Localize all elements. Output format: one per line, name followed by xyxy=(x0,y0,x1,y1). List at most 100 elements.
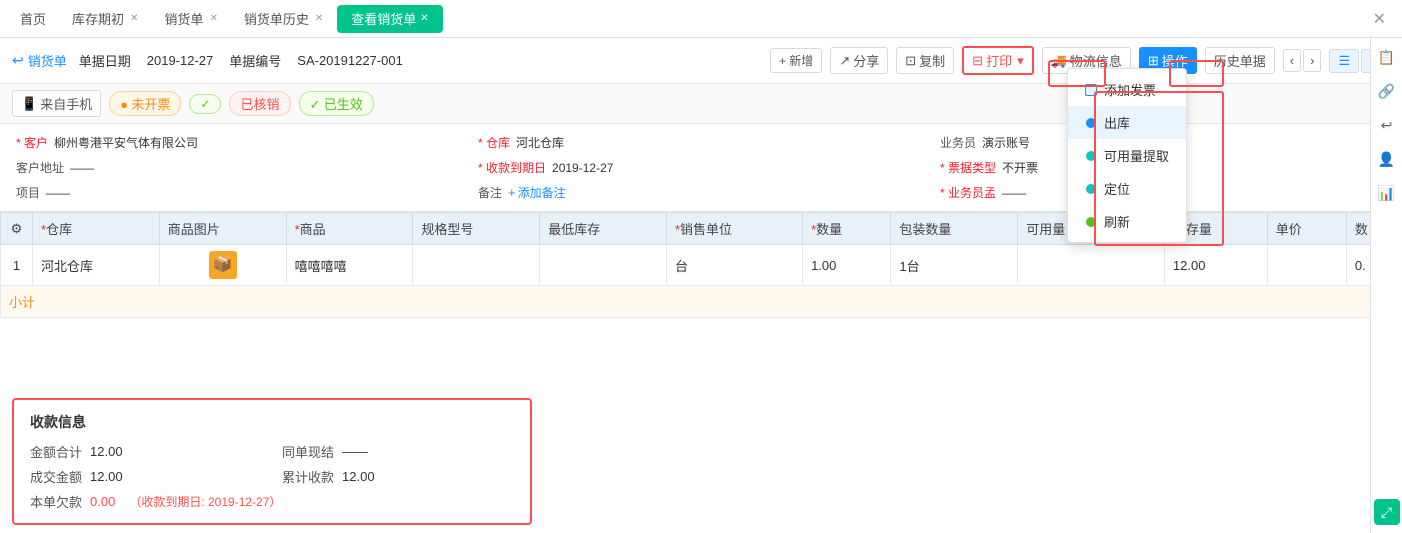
same-settle-row: 同单现结 —— xyxy=(282,442,514,461)
balance-row: 本单欠款 0.00 （收款到期日: 2019-12-27） xyxy=(30,492,514,511)
address-value: —— xyxy=(70,161,94,175)
dropdown-add-invoice[interactable]: 添加发票 xyxy=(1068,73,1186,106)
toolbar: ↩ 销货单 单据日期 2019-12-27 单据编号 SA-20191227-0… xyxy=(0,38,1402,84)
project-value: —— xyxy=(46,186,70,200)
cumulative-value: 12.00 xyxy=(342,469,375,484)
row-min-stock xyxy=(540,245,667,286)
check-circle-icon: ✓ xyxy=(310,97,321,112)
product-thumbnail: 📦 xyxy=(209,251,237,279)
warehouse-row: 仓库 河北仓库 xyxy=(478,134,924,151)
row-product: 嘻嘻嘻嘻 xyxy=(286,245,413,286)
sidebar-icon-2[interactable]: 🔗 xyxy=(1376,80,1398,102)
col-qty: *数量 xyxy=(803,213,891,245)
window-close-button[interactable]: ✕ xyxy=(1365,9,1394,29)
ticket-type-label: 票据类型 xyxy=(940,159,996,176)
project-row: 项目 —— xyxy=(16,184,462,201)
balance-hint: （收款到期日: 2019-12-27） xyxy=(129,493,281,510)
address-label: 客户地址 xyxy=(16,159,64,176)
customer-value: 柳州粤港平安气体有限公司 xyxy=(54,134,198,151)
history-button[interactable]: 历史单据 xyxy=(1205,47,1275,74)
cumulative-row: 累计收款 12.00 xyxy=(282,467,514,486)
copy-button[interactable]: ⊡ 复制 xyxy=(896,47,954,74)
subtotal-row: 小计 xyxy=(1,286,1402,318)
print-dropdown-arrow[interactable]: ▾ xyxy=(1017,53,1024,69)
sold-badge[interactable]: 已核销 xyxy=(229,91,290,116)
tab-close-history[interactable]: ✕ xyxy=(315,13,323,24)
add-invoice-icon xyxy=(1084,83,1098,97)
table-row: 1 河北仓库 📦 嘻嘻嘻嘻 台 1.00 1台 12.00 xyxy=(1,245,1402,286)
dropdown-refresh[interactable]: 刷新 xyxy=(1068,205,1186,238)
subtotal-label: 小计 xyxy=(1,286,1402,318)
tab-close-view[interactable]: ✕ xyxy=(420,13,428,24)
col-gear: ⚙ xyxy=(1,213,33,245)
new-button[interactable]: + 新增 xyxy=(770,48,822,73)
sidebar-icon-3[interactable]: ↩ xyxy=(1376,114,1398,136)
row-img: 📦 xyxy=(159,245,286,286)
print-button[interactable]: ⊟ 打印 ▾ xyxy=(962,46,1033,75)
staff-value: 演示账号 xyxy=(982,134,1030,151)
right-sidebar: 📋 🔗 ↩ 👤 📊 ⤢ xyxy=(1370,38,1402,533)
date-value: 2019-12-27 xyxy=(147,53,214,68)
sidebar-icon-5[interactable]: 📊 xyxy=(1376,182,1398,204)
logistics-icon: 🚚 xyxy=(1051,53,1067,69)
tab-sales-history[interactable]: 销货单历史 ✕ xyxy=(232,4,335,34)
row-price xyxy=(1267,245,1346,286)
share-button[interactable]: ↗ 分享 xyxy=(830,47,888,74)
tab-close-inventory[interactable]: ✕ xyxy=(130,13,138,24)
dropdown-outbound[interactable]: 出库 xyxy=(1068,106,1186,139)
note-label: 备注 xyxy=(478,184,502,201)
row-pack-qty: 1台 xyxy=(891,245,1018,286)
prev-button[interactable]: ‹ xyxy=(1283,49,1301,72)
row-warehouse: 河北仓库 xyxy=(33,245,160,286)
expand-icon[interactable]: ⤢ xyxy=(1374,499,1400,525)
dropdown-available-qty[interactable]: 可用量提取 xyxy=(1068,139,1186,172)
note-add-button[interactable]: + 添加备注 xyxy=(508,184,566,201)
print-icon: ⊟ xyxy=(972,53,983,69)
total-amount-value: 12.00 xyxy=(90,444,123,459)
next-button[interactable]: › xyxy=(1303,49,1321,72)
warehouse-label: 仓库 xyxy=(478,134,510,151)
number-value: SA-20191227-001 xyxy=(297,53,403,68)
balance-label: 本单欠款 xyxy=(30,492,82,511)
tab-view-sales[interactable]: 查看销货单 ✕ xyxy=(337,5,442,33)
total-amount-label: 金额合计 xyxy=(30,442,82,461)
effect-badge[interactable]: ✓ 已生效 xyxy=(299,91,374,116)
row-seq: 1 xyxy=(1,245,33,286)
warehouse-value: 河北仓库 xyxy=(516,134,564,151)
tab-sales-order[interactable]: 销货单 ✕ xyxy=(152,4,229,34)
from-phone-button[interactable]: 📱 来自手机 xyxy=(12,90,101,117)
sub-toolbar: 📱 来自手机 ● 未开票 ✓ 已核销 ✓ 已生效 xyxy=(0,84,1402,124)
check-badge[interactable]: ✓ xyxy=(189,94,221,114)
tab-close-sales[interactable]: ✕ xyxy=(209,13,217,24)
row-qty: 1.00 xyxy=(803,245,891,286)
doc-meta: 单据日期 2019-12-27 单据编号 SA-20191227-001 xyxy=(79,51,403,70)
note-row: 备注 + 添加备注 xyxy=(478,184,924,201)
doc-type: ↩ 销货单 xyxy=(12,51,67,70)
customer-label: 客户 xyxy=(16,134,48,151)
sidebar-icon-1[interactable]: 📋 xyxy=(1376,46,1398,68)
form-area: 客户 柳州粤港平安气体有限公司 仓库 河北仓库 业务员 演示账号 客户地址 ——… xyxy=(0,124,1402,212)
tab-inventory-init[interactable]: 库存期初 ✕ xyxy=(60,4,150,34)
sidebar-icon-4[interactable]: 👤 xyxy=(1376,148,1398,170)
col-warehouse: *仓库 xyxy=(33,213,160,245)
payment-date-value: 2019-12-27 xyxy=(552,161,613,175)
cumulative-label: 累计收款 xyxy=(282,467,334,486)
refresh-icon xyxy=(1084,215,1098,229)
payment-title: 收款信息 xyxy=(30,412,514,432)
sales-staff-value: —— xyxy=(1002,186,1026,200)
available-qty-icon xyxy=(1084,149,1098,163)
payment-info-box: 收款信息 金额合计 12.00 同单现结 —— 成交金额 12.00 累计收款 … xyxy=(12,398,532,525)
tab-home[interactable]: 首页 xyxy=(8,4,58,34)
col-spec: 规格型号 xyxy=(413,213,540,245)
doc-type-label: 销货单 xyxy=(28,51,67,70)
not-open-badge[interactable]: ● 未开票 xyxy=(109,91,181,116)
table-header-row: ⚙ *仓库 商品图片 *商品 规格型号 最低库存 *销售单位 *数量 包装数量 … xyxy=(1,213,1402,245)
dropdown-locate[interactable]: 定位 xyxy=(1068,172,1186,205)
phone-icon: 📱 xyxy=(21,96,37,112)
payment-grid: 金额合计 12.00 同单现结 —— 成交金额 12.00 累计收款 12.00 xyxy=(30,442,514,511)
total-amount-row: 金额合计 12.00 xyxy=(30,442,262,461)
copy-icon: ⊡ xyxy=(905,53,916,69)
tab-bar: 首页 库存期初 ✕ 销货单 ✕ 销货单历史 ✕ 查看销货单 ✕ ✕ xyxy=(0,0,1402,38)
deal-amount-value: 12.00 xyxy=(90,469,123,484)
list-view-button[interactable]: ☰ xyxy=(1329,49,1359,73)
